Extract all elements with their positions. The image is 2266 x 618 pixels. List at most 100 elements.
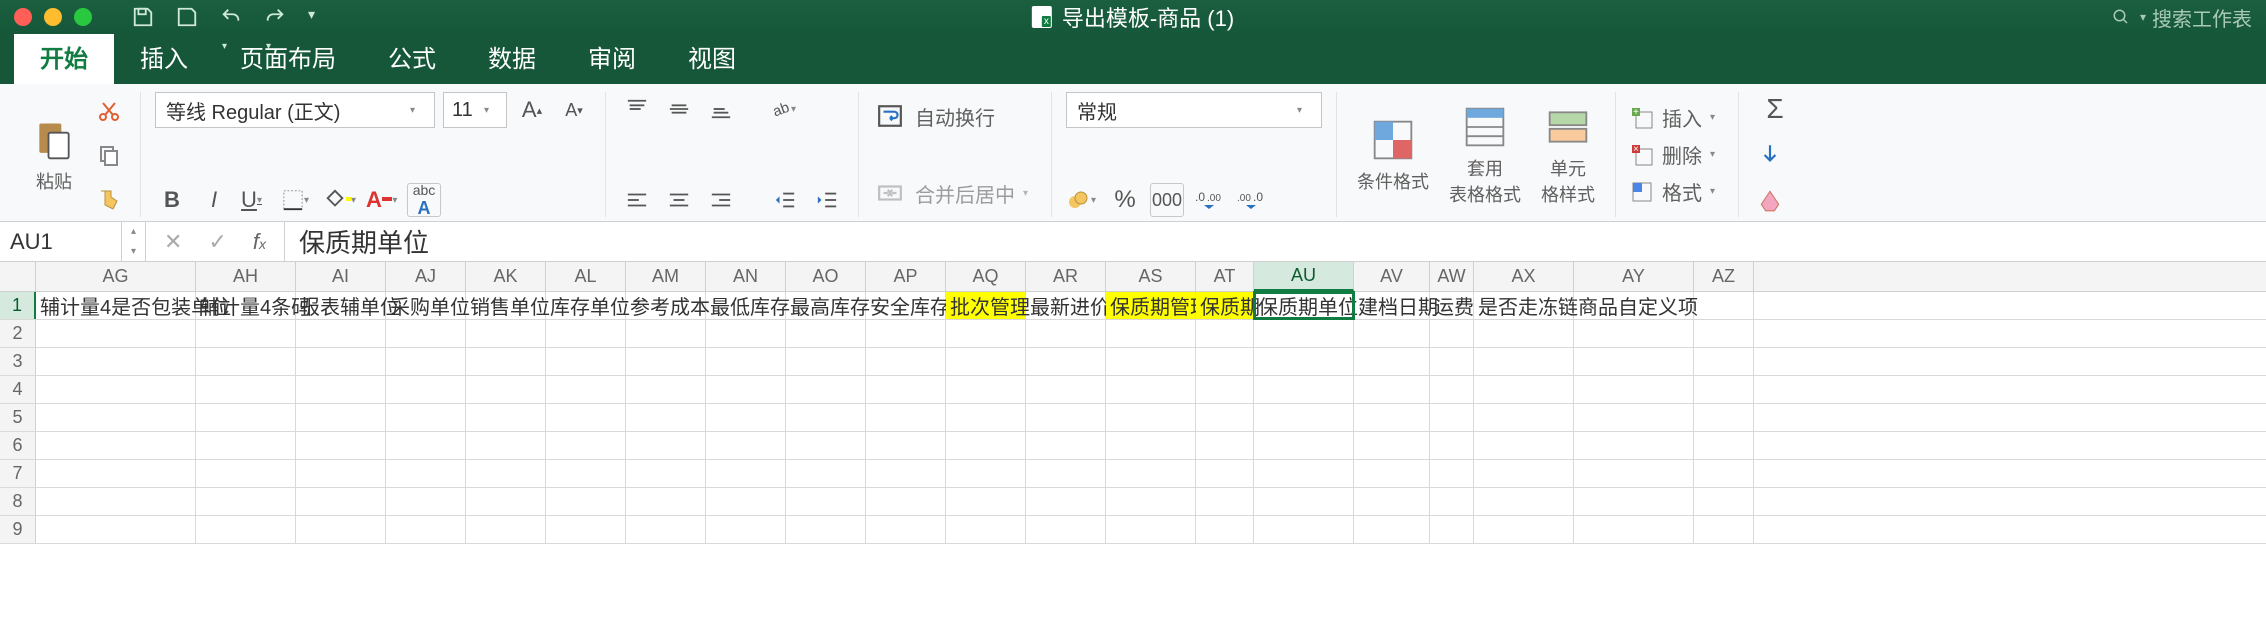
cell[interactable] — [386, 320, 466, 347]
cell[interactable] — [866, 320, 946, 347]
cell[interactable] — [1474, 404, 1574, 431]
underline-icon[interactable]: U ▾ — [239, 183, 273, 217]
italic-icon[interactable]: I — [197, 183, 231, 217]
tab-formulas[interactable]: 公式 — [362, 29, 462, 84]
copy-icon[interactable] — [92, 138, 126, 172]
cell[interactable] — [466, 488, 546, 515]
row-header[interactable]: 9 — [0, 516, 36, 543]
cell[interactable] — [36, 432, 196, 459]
tab-review[interactable]: 审阅 — [562, 29, 662, 84]
formula-input[interactable]: 保质期单位 — [284, 222, 2266, 261]
save-icon[interactable] — [132, 6, 154, 28]
tab-view[interactable]: 视图 — [662, 29, 762, 84]
font-color-icon[interactable]: A▾ — [365, 183, 399, 217]
delete-cells-button[interactable]: × 删除▾ — [1630, 140, 1724, 169]
cell[interactable] — [1574, 404, 1694, 431]
cell[interactable] — [196, 432, 296, 459]
cell[interactable] — [866, 516, 946, 543]
cell[interactable]: 商品自定义项 — [1574, 292, 1694, 319]
font-size-select[interactable]: 11▾ — [443, 92, 507, 128]
cell[interactable] — [1254, 376, 1354, 403]
cell[interactable] — [386, 460, 466, 487]
cell[interactable]: 报表辅单位 — [296, 292, 386, 319]
cell[interactable] — [1574, 488, 1694, 515]
cell[interactable] — [1474, 432, 1574, 459]
cell[interactable] — [706, 460, 786, 487]
cell[interactable] — [1254, 320, 1354, 347]
cell[interactable] — [36, 488, 196, 515]
cell[interactable] — [626, 320, 706, 347]
cell[interactable] — [36, 404, 196, 431]
cell[interactable] — [1474, 348, 1574, 375]
column-header[interactable]: AW — [1430, 262, 1474, 291]
align-center-icon[interactable] — [662, 183, 696, 217]
cell[interactable] — [1430, 348, 1474, 375]
cell[interactable] — [386, 404, 466, 431]
cell[interactable] — [1354, 404, 1430, 431]
cell[interactable] — [946, 320, 1026, 347]
name-box-stepper[interactable]: ▴▾ — [122, 222, 146, 261]
currency-icon[interactable]: ▾ — [1066, 183, 1100, 217]
row-header[interactable]: 5 — [0, 404, 36, 431]
cell[interactable] — [196, 348, 296, 375]
cell[interactable] — [196, 320, 296, 347]
cell[interactable] — [706, 516, 786, 543]
cell[interactable] — [1106, 404, 1196, 431]
cell[interactable] — [1354, 432, 1430, 459]
cell[interactable] — [706, 404, 786, 431]
cell[interactable] — [36, 348, 196, 375]
cell[interactable] — [866, 432, 946, 459]
cell[interactable] — [626, 432, 706, 459]
clear-icon[interactable] — [1753, 184, 1787, 218]
cell[interactable] — [36, 460, 196, 487]
cell[interactable] — [1196, 488, 1254, 515]
row-header[interactable]: 8 — [0, 488, 36, 515]
cell[interactable] — [1254, 460, 1354, 487]
font-name-select[interactable]: 等线 Regular (正文)▾ — [155, 92, 435, 128]
align-right-icon[interactable] — [704, 183, 738, 217]
column-header[interactable]: AH — [196, 262, 296, 291]
fx-icon[interactable]: fx — [253, 229, 266, 255]
accept-formula-icon[interactable]: ✓ — [208, 229, 226, 255]
cell[interactable] — [1354, 488, 1430, 515]
cell[interactable] — [1026, 348, 1106, 375]
cell[interactable] — [626, 348, 706, 375]
cell[interactable] — [466, 432, 546, 459]
column-header[interactable]: AR — [1026, 262, 1106, 291]
cell[interactable] — [866, 488, 946, 515]
cell[interactable] — [1106, 488, 1196, 515]
cell[interactable] — [36, 320, 196, 347]
cell[interactable] — [466, 320, 546, 347]
cell[interactable] — [786, 404, 866, 431]
cell[interactable] — [786, 516, 866, 543]
cell[interactable] — [1430, 320, 1474, 347]
search-box[interactable]: ▾ 搜索工作表 — [2112, 3, 2252, 32]
save-as-icon[interactable] — [176, 6, 198, 28]
cell-styles-button[interactable]: 单元 格样式 — [1535, 99, 1601, 211]
cell[interactable] — [296, 516, 386, 543]
cell[interactable] — [196, 516, 296, 543]
autosum-icon[interactable]: Σ — [1753, 92, 1797, 126]
cell[interactable] — [946, 516, 1026, 543]
cell[interactable] — [546, 432, 626, 459]
spreadsheet-grid[interactable]: AGAHAIAJAKALAMANAOAPAQARASATAUAVAWAXAYAZ… — [0, 262, 2266, 544]
cell[interactable] — [1254, 516, 1354, 543]
wrap-text-icon[interactable] — [873, 99, 907, 133]
column-header[interactable]: AZ — [1694, 262, 1754, 291]
cell[interactable] — [1694, 460, 1754, 487]
cell[interactable] — [1106, 320, 1196, 347]
column-header[interactable]: AX — [1474, 262, 1574, 291]
maximize-window-icon[interactable] — [74, 8, 92, 26]
cell[interactable]: 最高库存 — [786, 292, 866, 319]
cell[interactable]: 保质期 — [1196, 292, 1254, 319]
format-painter-icon[interactable] — [92, 182, 126, 216]
cancel-formula-icon[interactable]: ✕ — [164, 229, 182, 255]
cell[interactable] — [1354, 516, 1430, 543]
undo-icon[interactable]: ▾ — [220, 6, 242, 28]
insert-cells-button[interactable]: + 插入▾ — [1630, 103, 1724, 132]
cell[interactable] — [626, 488, 706, 515]
format-cells-button[interactable]: 格式▾ — [1630, 177, 1724, 206]
cell[interactable] — [1474, 376, 1574, 403]
cell[interactable] — [1474, 516, 1574, 543]
cell[interactable] — [1354, 320, 1430, 347]
